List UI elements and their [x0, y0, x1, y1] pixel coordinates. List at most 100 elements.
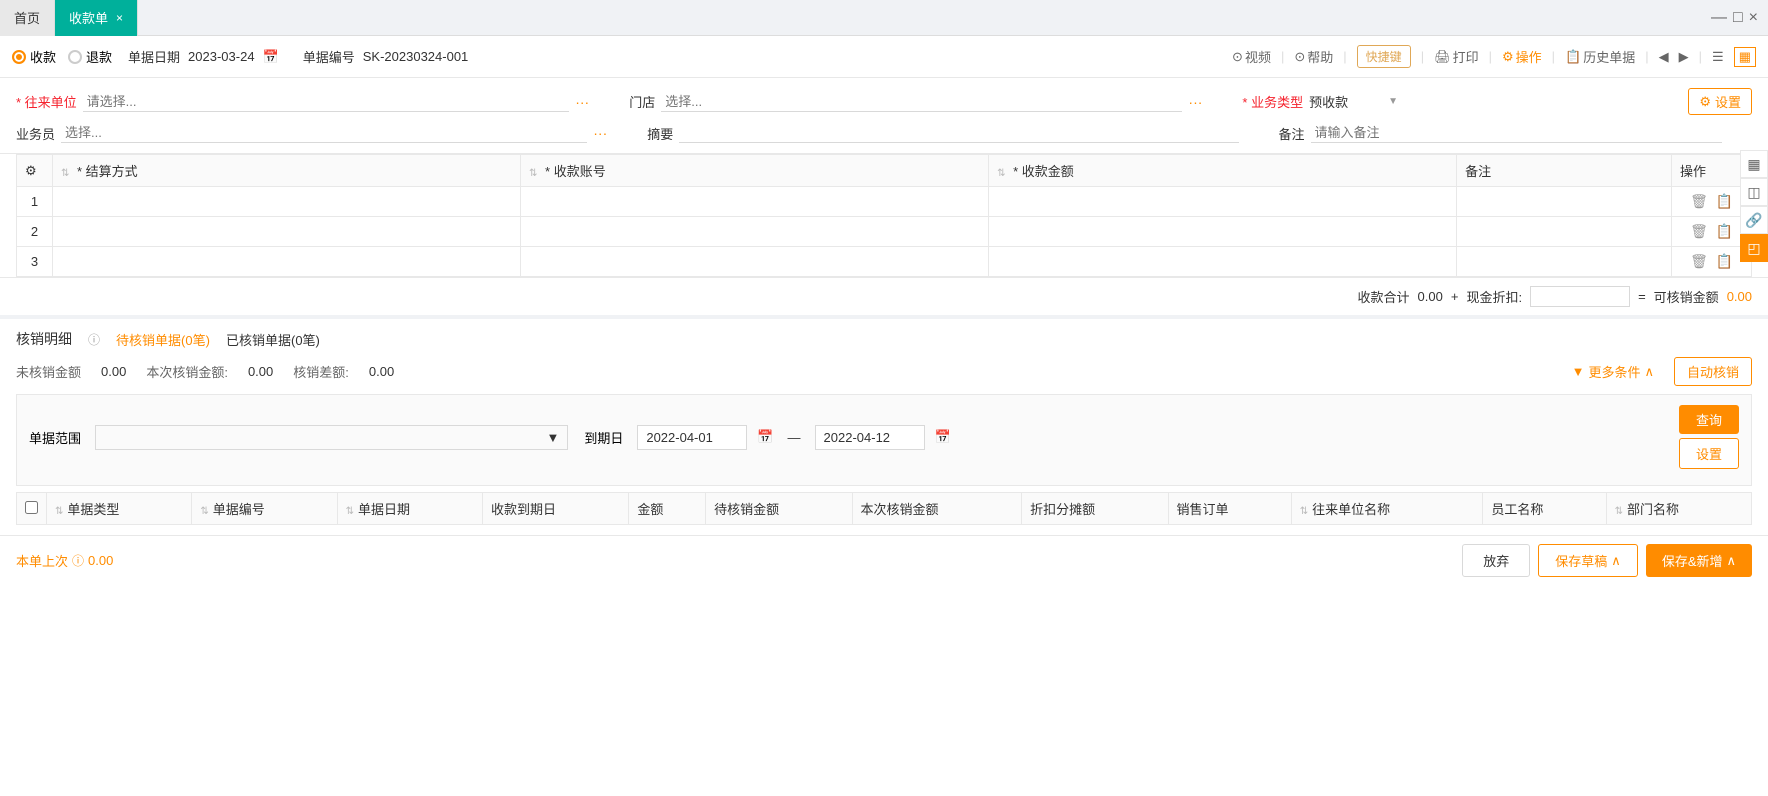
- form-area: * 往来单位 ··· 门店 ··· * 业务类型 预收款 ▼ ⚙ 设置: [0, 78, 1768, 154]
- toolbar-operations[interactable]: ⚙ 操作: [1502, 47, 1542, 66]
- party-more-icon[interactable]: ···: [575, 94, 589, 110]
- toolbar-history[interactable]: 📋 历史单据: [1565, 47, 1635, 66]
- calendar-from-icon[interactable]: 📅: [757, 429, 773, 445]
- plus-sign: +: [1451, 289, 1459, 304]
- abandon-button[interactable]: 放弃: [1462, 544, 1530, 577]
- calendar-to-icon[interactable]: 📅: [935, 429, 951, 445]
- row2-delete-btn[interactable]: 🗑: [1690, 223, 1708, 240]
- close-icon[interactable]: ×: [1749, 9, 1758, 27]
- row3-copy-btn[interactable]: 📋: [1715, 253, 1732, 270]
- receipt-table-section: ⚙ ⇅ * 结算方式 ⇅ * 收款账号 ⇅ * 收款金额 备注: [0, 154, 1768, 277]
- tab-home[interactable]: 首页: [0, 0, 55, 36]
- nav-left-icon[interactable]: ◀: [1659, 49, 1669, 65]
- date-separator: —: [788, 430, 801, 445]
- discount-input[interactable]: [1530, 286, 1630, 307]
- row3-settlement[interactable]: [53, 247, 521, 277]
- save-new-chevron[interactable]: ∧: [1726, 553, 1736, 569]
- row3-delete-btn[interactable]: 🗑: [1690, 253, 1708, 270]
- due-date-label: 到期日: [584, 428, 623, 447]
- save-new-button[interactable]: 保存&新增 ∧: [1646, 544, 1752, 577]
- row2-index: 2: [17, 217, 53, 247]
- radio-refund[interactable]: 退款: [68, 47, 112, 66]
- save-draft-button[interactable]: 保存草稿 ∧: [1538, 544, 1638, 577]
- col-discount: 折扣分摊额: [1022, 493, 1168, 525]
- filter-set-button[interactable]: 设置: [1679, 438, 1739, 469]
- row2-account[interactable]: [521, 217, 989, 247]
- view-list-icon[interactable]: ☰: [1712, 49, 1724, 65]
- toolbar-help[interactable]: ⊙ 帮助: [1294, 47, 1333, 66]
- save-draft-chevron[interactable]: ∧: [1611, 553, 1621, 569]
- row3-amount[interactable]: [989, 247, 1457, 277]
- row1-settlement[interactable]: [53, 187, 521, 217]
- range-select[interactable]: ▼: [95, 425, 568, 450]
- radio-receipt[interactable]: 收款: [12, 47, 56, 66]
- current-label: 本次核销金额:: [146, 362, 228, 381]
- date-to-input[interactable]: [815, 425, 925, 450]
- table-gear-header[interactable]: ⚙: [17, 155, 53, 187]
- row2-notes[interactable]: [1457, 217, 1672, 247]
- toolbar-shortcut[interactable]: 快捷键: [1357, 45, 1411, 68]
- row1-notes[interactable]: [1457, 187, 1672, 217]
- business-type-chevron[interactable]: ▼: [1388, 96, 1398, 107]
- auto-reconcile-btn[interactable]: 自动核销: [1674, 357, 1752, 386]
- calendar-icon[interactable]: 📅: [263, 49, 279, 65]
- toolbar: 收款 退款 单据日期 2023-03-24 📅 单据编号 SK-20230324…: [0, 36, 1768, 78]
- party-input[interactable]: [83, 92, 570, 112]
- salesperson-more-icon[interactable]: ···: [593, 125, 607, 141]
- form-row-1: * 往来单位 ··· 门店 ··· * 业务类型 预收款 ▼ ⚙ 设置: [16, 88, 1752, 115]
- salesperson-input[interactable]: [61, 123, 587, 143]
- sidebar-icon-3[interactable]: 🔗: [1740, 206, 1768, 234]
- store-more-icon[interactable]: ···: [1188, 94, 1202, 110]
- recon-pending-tab[interactable]: 待核销单据(0笔): [116, 330, 210, 349]
- store-input[interactable]: [661, 92, 1182, 112]
- receivable-value: 0.00: [1727, 289, 1752, 304]
- col-employee-name: 员工名称: [1483, 493, 1606, 525]
- notes-input[interactable]: [1311, 123, 1722, 143]
- settings-icon: ⚙: [1699, 94, 1711, 110]
- save-draft-label: 保存草稿: [1555, 551, 1607, 570]
- tab-receipt[interactable]: 收款单 ×: [55, 0, 138, 36]
- sidebar-icon-4[interactable]: ◰: [1740, 234, 1768, 262]
- party-field: * 往来单位 ···: [16, 92, 589, 112]
- row1-copy-btn[interactable]: 📋: [1715, 193, 1732, 210]
- radio-receipt-dot: [12, 50, 26, 64]
- row3-account[interactable]: [521, 247, 989, 277]
- salesperson-label: 业务员: [16, 124, 55, 143]
- footer-label: 本单上次: [16, 551, 68, 570]
- maximize-icon[interactable]: □: [1733, 9, 1743, 27]
- row1-account[interactable]: [521, 187, 989, 217]
- row1-delete-btn[interactable]: 🗑: [1690, 193, 1708, 210]
- col-amount: 金额: [629, 493, 706, 525]
- row2-copy-btn[interactable]: 📋: [1715, 223, 1732, 240]
- unreconciled-label: 未核销金额: [16, 362, 81, 381]
- footer-info-icon[interactable]: ⓘ: [72, 552, 84, 569]
- row3-notes[interactable]: [1457, 247, 1672, 277]
- settings-button[interactable]: ⚙ 设置: [1688, 88, 1752, 115]
- main-content: 收款 退款 单据日期 2023-03-24 📅 单据编号 SK-20230324…: [0, 36, 1768, 796]
- view-grid-icon[interactable]: ▦: [1734, 47, 1756, 67]
- row2-settlement[interactable]: [53, 217, 521, 247]
- equals-sign: =: [1638, 289, 1646, 304]
- sidebar-icon-2[interactable]: ◫: [1740, 178, 1768, 206]
- tab-home-label: 首页: [14, 8, 40, 27]
- tab-receipt-label: 收款单: [69, 8, 108, 27]
- nav-right-icon[interactable]: ▶: [1679, 49, 1689, 65]
- minimize-icon[interactable]: —: [1711, 9, 1727, 27]
- number-label: 单据编号: [303, 47, 355, 66]
- recon-more-btn[interactable]: ▼ 更多条件 ∧: [1572, 362, 1654, 381]
- store-label: 门店: [629, 92, 655, 111]
- sidebar-icon-1[interactable]: ▦: [1740, 150, 1768, 178]
- row2-amount[interactable]: [989, 217, 1457, 247]
- tab-receipt-close[interactable]: ×: [116, 11, 123, 25]
- query-button[interactable]: 查询: [1679, 405, 1739, 434]
- select-all-checkbox[interactable]: [25, 501, 38, 514]
- recon-done-tab[interactable]: 已核销单据(0笔): [226, 330, 320, 349]
- date-from-input[interactable]: [637, 425, 747, 450]
- row1-amount[interactable]: [989, 187, 1457, 217]
- toolbar-print[interactable]: 🖨 打印: [1434, 47, 1479, 66]
- summary-input[interactable]: [679, 123, 1238, 143]
- toolbar-video[interactable]: ⊙ 视频: [1232, 47, 1271, 66]
- recon-info-icon[interactable]: ⓘ: [88, 331, 100, 348]
- business-type-value: 预收款: [1309, 92, 1348, 111]
- recon-title-row: 核销明细 ⓘ 待核销单据(0笔) 已核销单据(0笔): [16, 329, 1752, 349]
